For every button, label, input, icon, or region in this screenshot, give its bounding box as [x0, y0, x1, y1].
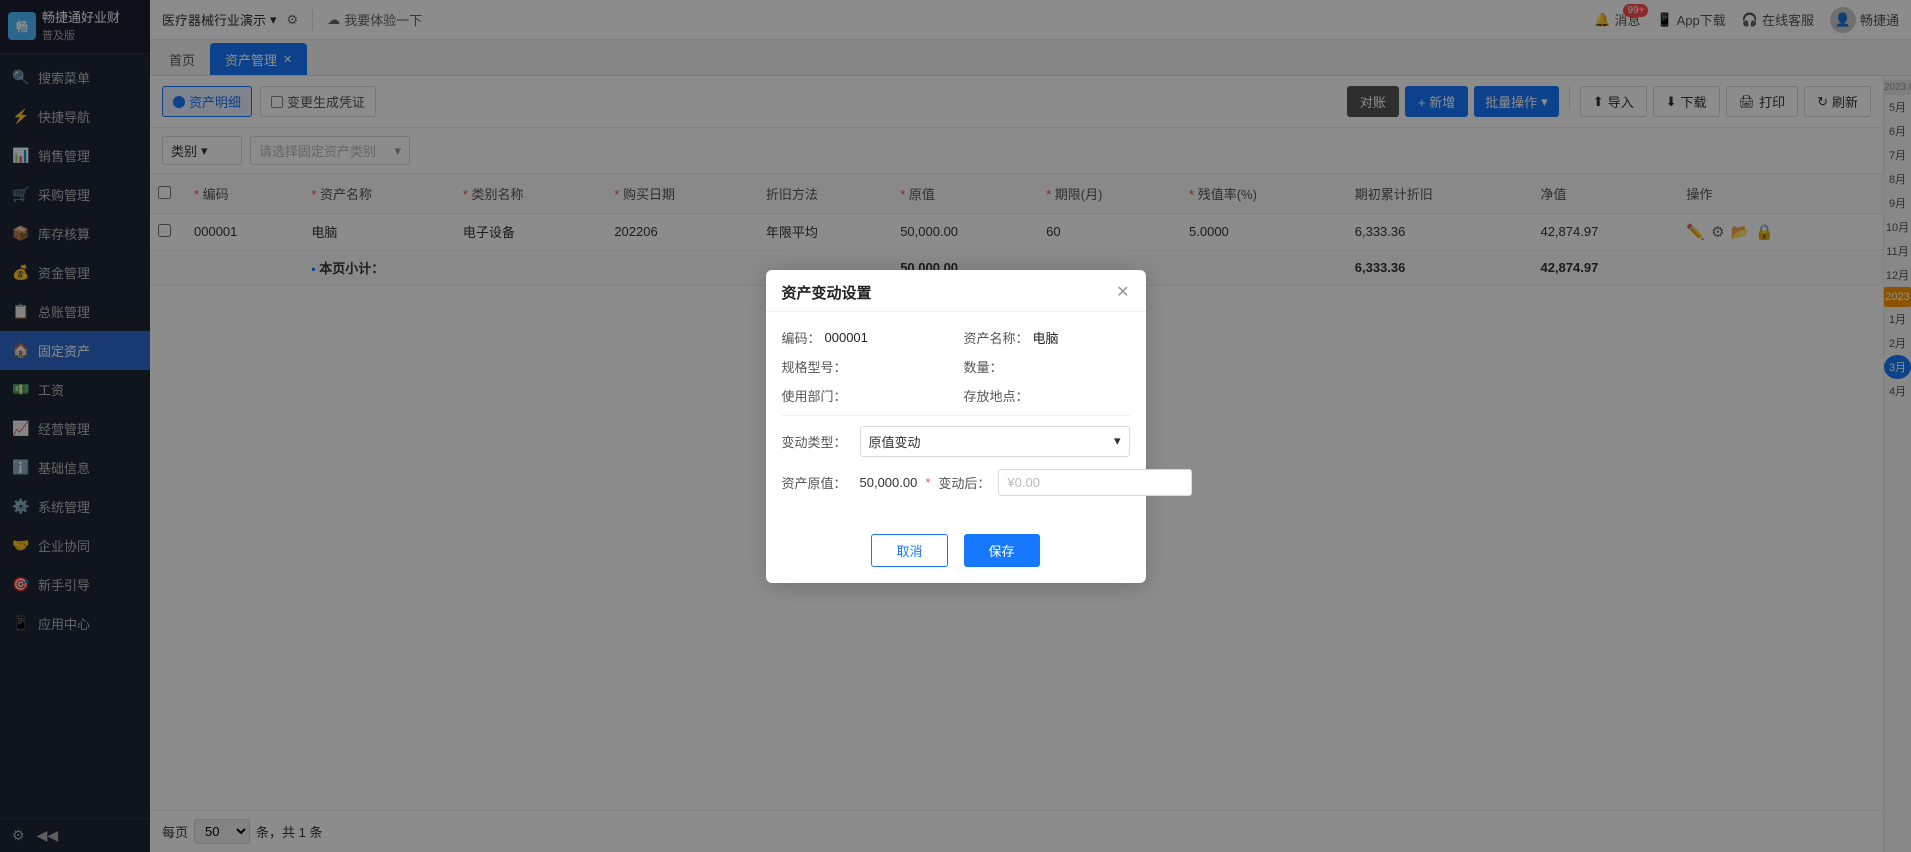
- dialog-field-department: 使用部门：: [782, 386, 948, 405]
- dialog-row-2: 规格型号： 数量：: [782, 357, 1130, 376]
- after-label: 变动后：: [938, 473, 990, 492]
- asset-change-dialog: 资产变动设置 ✕ 编码： 000001 资产名称： 电脑 规格型号：: [766, 270, 1146, 583]
- dialog-field-spec: 规格型号：: [782, 357, 948, 376]
- dialog-row-3: 使用部门： 存放地点：: [782, 386, 1130, 405]
- dialog-field-quantity: 数量：: [964, 357, 1130, 376]
- dialog-field-storage: 存放地点：: [964, 386, 1130, 405]
- dialog-form-row-value: 资产原值： 50,000.00 * 变动后：: [782, 469, 1130, 496]
- dialog-body: 编码： 000001 资产名称： 电脑 规格型号： 数量：: [766, 312, 1146, 524]
- change-type-select[interactable]: 原值变动 ▾: [860, 426, 1130, 457]
- dialog-close-icon[interactable]: ✕: [1116, 282, 1129, 302]
- dialog-field-asset-name: 资产名称： 电脑: [964, 328, 1130, 347]
- dialog-field-code: 编码： 000001: [782, 328, 948, 347]
- dialog-overlay: 资产变动设置 ✕ 编码： 000001 资产名称： 电脑 规格型号：: [0, 0, 1911, 852]
- dialog-divider: [782, 415, 1130, 416]
- dialog-form-row-type: 变动类型： 原值变动 ▾: [782, 426, 1130, 457]
- required-star: *: [925, 475, 930, 490]
- original-value-display: 50,000.00: [860, 475, 918, 490]
- dialog-title: 资产变动设置: [782, 282, 872, 303]
- save-button[interactable]: 保存: [964, 534, 1040, 567]
- select-arrow-icon: ▾: [1114, 433, 1121, 449]
- cancel-button[interactable]: 取消: [871, 534, 947, 567]
- dialog-footer: 取消 保存: [766, 524, 1146, 583]
- dialog-row-1: 编码： 000001 资产名称： 电脑: [782, 328, 1130, 347]
- after-value-input[interactable]: [998, 469, 1192, 496]
- dialog-header: 资产变动设置 ✕: [766, 270, 1146, 312]
